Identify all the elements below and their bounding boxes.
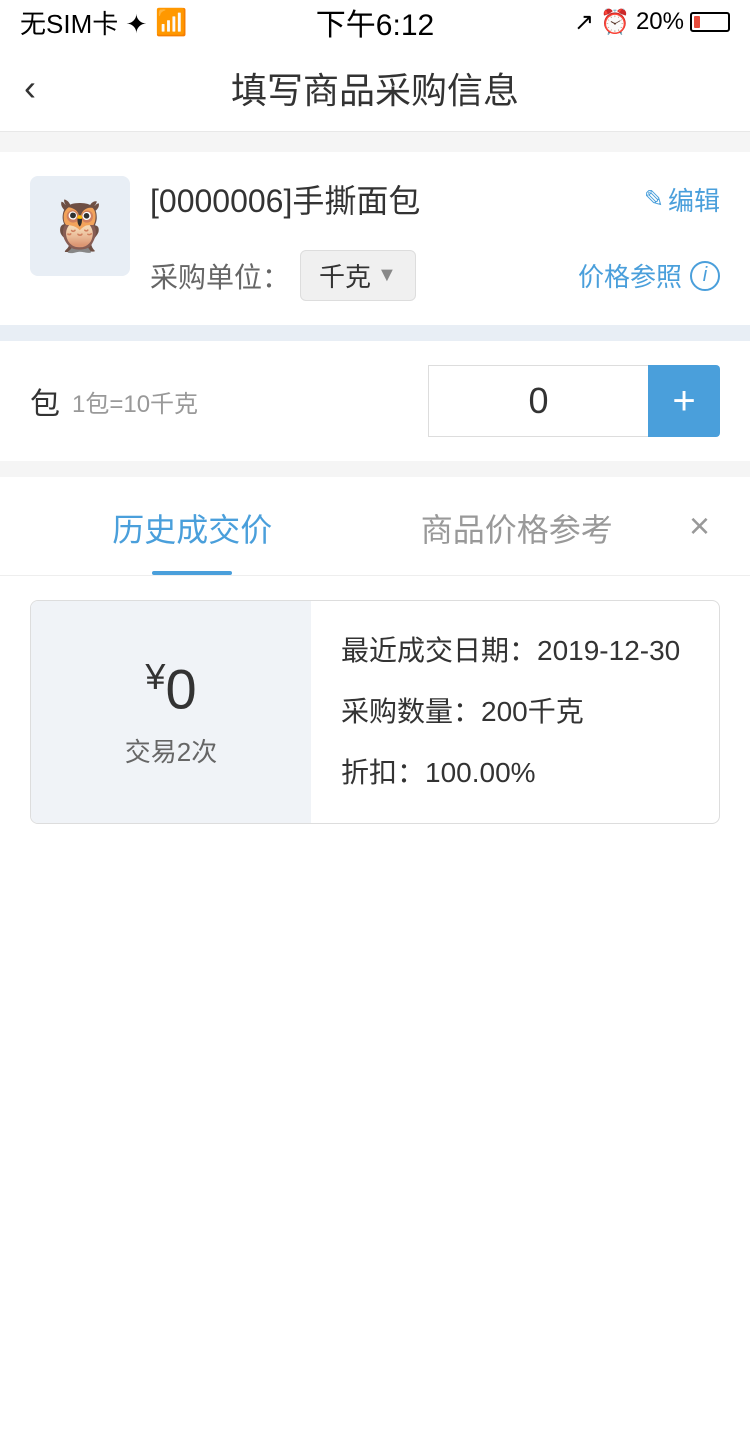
- unit-select[interactable]: 千克 ▼: [300, 250, 416, 301]
- product-info: [0000006]手撕面包 ✎ 编辑 采购单位： 千克 ▼ 价格参照 i: [150, 176, 720, 301]
- product-unit-row: 采购单位： 千克 ▼ 价格参照 i: [150, 250, 720, 301]
- price-content: ¥0 交易2次 最近成交日期：2019-12-30 采购数量：200千克 折扣：…: [0, 576, 750, 848]
- price-ref-label: 价格参照: [578, 257, 682, 294]
- product-thumbnail: 🦉: [30, 176, 130, 276]
- history-price-summary: ¥0 交易2次: [31, 601, 311, 823]
- wifi-icon: 📶: [155, 7, 187, 38]
- product-card: 🦉 [0000006]手撕面包 ✎ 编辑 采购单位： 千克 ▼: [0, 152, 750, 325]
- unit-label: 采购单位：: [150, 256, 290, 296]
- unit-value: 千克: [319, 257, 371, 294]
- back-button[interactable]: ‹: [24, 67, 36, 109]
- history-price-value: ¥0: [145, 656, 196, 722]
- status-right-icons: ↗ ⏰ 20%: [574, 8, 730, 37]
- product-header: 🦉 [0000006]手撕面包 ✎ 编辑 采购单位： 千克 ▼: [30, 176, 720, 301]
- purchase-qty: 采购数量：200千克: [341, 690, 689, 735]
- product-name-row: [0000006]手撕面包 ✎ 编辑: [150, 176, 720, 222]
- nav-bar: ‹ 填写商品采购信息: [0, 44, 750, 132]
- product-thumb-icon: 🦉: [49, 197, 111, 256]
- status-bar: 无SIM卡 ✦ 📶 下午6:12 ↗ ⏰ 20%: [0, 0, 750, 44]
- unit-arrow-icon: ▼: [377, 264, 397, 287]
- quantity-input-group: +: [428, 365, 720, 437]
- history-details: 最近成交日期：2019-12-30 采购数量：200千克 折扣：100.00%: [311, 601, 719, 823]
- price-panel-close-button[interactable]: ×: [679, 485, 720, 567]
- recent-date-label: 最近成交日期：: [341, 635, 537, 666]
- price-ref-button[interactable]: 价格参照 i: [578, 257, 720, 294]
- tab-product-price[interactable]: 商品价格参考: [354, 477, 678, 575]
- quantity-row: 包 1包=10千克 +: [0, 341, 750, 461]
- quantity-input[interactable]: [428, 365, 648, 437]
- page-title: 填写商品采购信息: [231, 62, 519, 114]
- bottom-fill: [0, 848, 750, 1448]
- quantity-label: 包 1包=10千克: [30, 379, 198, 423]
- history-card: ¥0 交易2次 最近成交日期：2019-12-30 采购数量：200千克 折扣：…: [30, 600, 720, 824]
- alarm-icon: ⏰: [600, 8, 630, 37]
- recent-date: 最近成交日期：2019-12-30: [341, 629, 689, 674]
- edit-button[interactable]: ✎ 编辑: [644, 181, 720, 218]
- battery-icon: [690, 12, 730, 32]
- tab-history-price[interactable]: 历史成交价: [30, 477, 354, 575]
- price-ref-info-icon: i: [690, 261, 720, 291]
- recent-date-value: 2019-12-30: [537, 635, 680, 666]
- product-name: [0000006]手撕面包: [150, 176, 420, 222]
- edit-icon: ✎: [644, 185, 664, 214]
- price-number: 0: [165, 658, 196, 721]
- location-icon: ↗: [574, 8, 594, 37]
- edit-label: 编辑: [668, 181, 720, 218]
- purchase-qty-label: 采购数量：: [341, 696, 481, 727]
- quantity-plus-button[interactable]: +: [648, 365, 720, 437]
- discount: 折扣：100.00%: [341, 751, 689, 796]
- price-panel-tabs: 历史成交价 商品价格参考 ×: [0, 477, 750, 576]
- quantity-unit: 包: [30, 379, 60, 423]
- status-time: 下午6:12: [316, 0, 434, 44]
- price-panel: 历史成交价 商品价格参考 × ¥0 交易2次 最近成交日期：2019-12-30…: [0, 477, 750, 848]
- discount-value: 100.00%: [425, 757, 536, 788]
- battery-percent: 20%: [636, 8, 684, 36]
- price-symbol: ¥: [145, 656, 165, 697]
- history-trade-count: 交易2次: [125, 732, 217, 769]
- purchase-qty-value: 200千克: [481, 696, 584, 727]
- discount-label: 折扣：: [341, 757, 425, 788]
- quantity-hint: 1包=10千克: [72, 384, 198, 419]
- status-carrier: 无SIM卡 ✦ 📶: [20, 4, 188, 41]
- carrier-text: 无SIM卡 ✦: [20, 4, 147, 41]
- section-divider: [0, 325, 750, 341]
